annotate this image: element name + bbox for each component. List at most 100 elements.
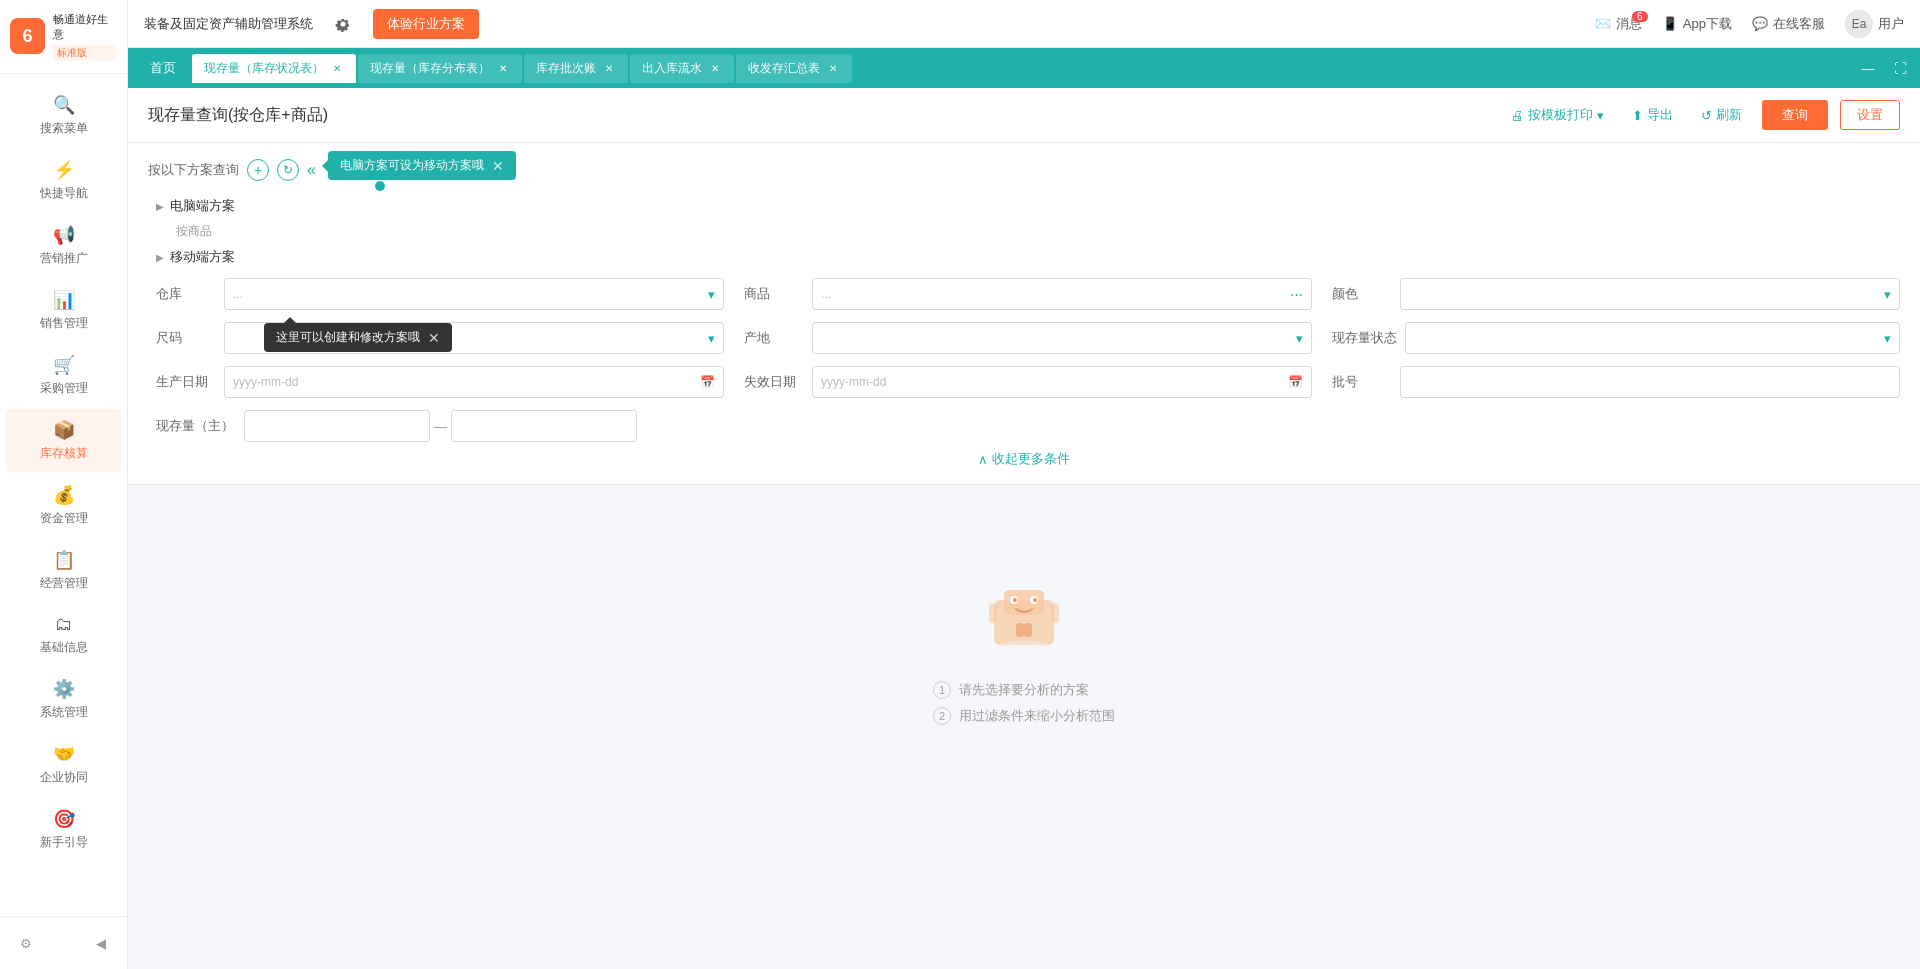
sidebar-item-system[interactable]: ⚙️ 系统管理 — [6, 668, 121, 731]
sidebar-item-label: 资金管理 — [40, 510, 88, 527]
notification-badge: 6 — [1632, 11, 1648, 22]
scheme-tree-item-mobile[interactable]: ▶ 移动端方案 — [148, 244, 1900, 270]
collapse-button[interactable]: ∧ 收起更多条件 — [148, 442, 1900, 468]
sidebar-item-finance[interactable]: 💰 资金管理 — [6, 474, 121, 537]
chevron-down-icon: ▾ — [708, 287, 715, 302]
sidebar-item-label: 库存核算 — [40, 445, 88, 462]
dots-icon: ⋯ — [1290, 287, 1303, 302]
scheme-tree-item-desktop[interactable]: ▶ 电脑端方案 — [148, 193, 1900, 219]
chevron-down-icon: ▾ — [1884, 331, 1891, 346]
tab-flow[interactable]: 出入库流水 ✕ — [630, 54, 734, 83]
sidebar-item-purchase[interactable]: 🛒 采购管理 — [6, 344, 121, 407]
svg-point-4 — [1013, 598, 1017, 602]
production-date-label: 生产日期 — [156, 373, 216, 391]
inventory-icon: 📦 — [53, 419, 75, 441]
search-button[interactable]: 查询 — [1762, 100, 1828, 130]
app-download-button[interactable]: 📱 App下载 — [1662, 15, 1732, 33]
export-button[interactable]: ⬆ 导出 — [1624, 102, 1681, 128]
tab-maximize-button[interactable]: ⛶ — [1888, 56, 1912, 80]
system-icon: ⚙️ — [53, 678, 75, 700]
expiry-date-input[interactable]: yyyy-mm-dd 📅 — [812, 366, 1312, 398]
chevron-up-icon: ∧ — [978, 452, 988, 467]
filter-refresh-button[interactable]: ↻ — [277, 159, 299, 181]
inventory-status-select[interactable]: ▾ — [1405, 322, 1900, 354]
product-label: 商品 — [744, 285, 804, 303]
svg-rect-7 — [1024, 623, 1032, 637]
warehouse-label: 仓库 — [156, 285, 216, 303]
online-service-button[interactable]: 💬 在线客服 — [1752, 15, 1825, 33]
sidebar: 6 畅通道好生意 标准版 🔍 搜索菜单 ⚡ 快捷导航 📢 营销推广 📊 销售管理… — [0, 0, 128, 969]
main-content: 装备及固定资产辅助管理系统 体验行业方案 ✉️ 消息 6 📱 App下载 💬 在… — [128, 0, 1920, 969]
template-print-button[interactable]: 🖨 按模板打印 ▾ — [1503, 102, 1612, 128]
setting-button[interactable]: 设置 — [1840, 100, 1900, 130]
filter-add-button[interactable]: + — [247, 159, 269, 181]
inventory-max-input[interactable] — [451, 410, 637, 442]
tab-summary[interactable]: 收发存汇总表 ✕ — [736, 54, 852, 83]
scheme-item-label: 电脑端方案 — [170, 197, 235, 215]
batch-no-label: 批号 — [1332, 373, 1392, 391]
warehouse-select[interactable]: ... ▾ — [224, 278, 724, 310]
sidebar-item-base-info[interactable]: 🗂 基础信息 — [6, 604, 121, 666]
notification-button[interactable]: ✉️ 消息 6 — [1595, 15, 1642, 33]
expiry-date-filter: 失效日期 yyyy-mm-dd 📅 — [744, 366, 1312, 398]
product-select[interactable]: ... ⋯ — [812, 278, 1312, 310]
sidebar-item-label: 基础信息 — [40, 639, 88, 656]
tab-bar: 首页 现存量（库存状况表） ✕ 现存量（库存分布表） ✕ 库存批次账 ✕ 出入库… — [128, 48, 1920, 88]
online-service-label: 在线客服 — [1773, 15, 1825, 33]
tab-close-inventory-status[interactable]: ✕ — [330, 61, 344, 75]
sidebar-item-quick-nav[interactable]: ⚡ 快捷导航 — [6, 149, 121, 212]
tab-home[interactable]: 首页 — [136, 53, 190, 83]
origin-select[interactable]: ▾ — [812, 322, 1312, 354]
production-date-input[interactable]: yyyy-mm-dd 📅 — [224, 366, 724, 398]
range-separator: — — [434, 419, 447, 434]
tab-close-summary[interactable]: ✕ — [826, 61, 840, 75]
product-filter: 商品 ... ⋯ — [744, 278, 1312, 310]
scheme-tree: ▶ 电脑端方案 按商品 ▶ 移动端方案 — [148, 193, 1900, 278]
filter-back-button[interactable]: « — [307, 161, 316, 179]
experience-button[interactable]: 体验行业方案 — [373, 9, 479, 39]
user-menu[interactable]: Ea 用户 — [1845, 10, 1904, 38]
sidebar-item-label: 搜索菜单 — [40, 120, 88, 137]
color-select[interactable]: ▾ — [1400, 278, 1900, 310]
inventory-status-filter: 现存量状态 ▾ — [1332, 322, 1900, 354]
sidebar-item-marketing[interactable]: 📢 营销推广 — [6, 214, 121, 277]
origin-label: 产地 — [744, 329, 804, 347]
scheme-tree-sub-item[interactable]: 按商品 — [168, 219, 1900, 244]
settings-button[interactable]: ⚙ — [10, 927, 42, 959]
tab-close-inventory-distribution[interactable]: ✕ — [496, 61, 510, 75]
sidebar-item-guide[interactable]: 🎯 新手引导 — [6, 798, 121, 861]
sidebar-item-operation[interactable]: 📋 经营管理 — [6, 539, 121, 602]
empty-illustration — [974, 565, 1074, 665]
sidebar-item-enterprise[interactable]: 🤝 企业协同 — [6, 733, 121, 796]
sidebar-item-search[interactable]: 🔍 搜索菜单 — [6, 84, 121, 147]
batch-no-input[interactable] — [1400, 366, 1900, 398]
empty-tip-2: 2 用过滤条件来缩小分析范围 — [933, 707, 1115, 725]
scheme-tooltip2-close[interactable]: ✕ — [428, 330, 440, 346]
filter-panel: 电脑方案可设为移动方案哦 ✕ 这里可以创建和修改方案哦 ✕ 按以下方案查询 + … — [128, 143, 1920, 485]
tab-inventory-distribution[interactable]: 现存量（库存分布表） ✕ — [358, 54, 522, 83]
tab-inventory-status[interactable]: 现存量（库存状况表） ✕ — [192, 54, 356, 83]
svg-rect-9 — [1051, 603, 1059, 623]
sidebar-item-label: 采购管理 — [40, 380, 88, 397]
header-settings-button[interactable] — [329, 10, 357, 38]
warehouse-filter: 仓库 ... ▾ — [156, 278, 724, 310]
base-info-icon: 🗂 — [55, 614, 73, 635]
tab-actions: — ⛶ — [1856, 56, 1912, 80]
sidebar-item-sales[interactable]: 📊 销售管理 — [6, 279, 121, 342]
logo-text: 畅通道好生意 — [53, 12, 117, 43]
size-label: 尺码 — [156, 329, 216, 347]
inventory-min-input[interactable] — [244, 410, 430, 442]
sidebar-item-inventory[interactable]: 📦 库存核算 — [6, 409, 121, 472]
tab-close-flow[interactable]: ✕ — [708, 61, 722, 75]
origin-filter: 产地 ▾ — [744, 322, 1312, 354]
tab-batch-account[interactable]: 库存批次账 ✕ — [524, 54, 628, 83]
collapse-sidebar-button[interactable]: ◀ — [85, 927, 117, 959]
scheme-tooltip-close[interactable]: ✕ — [492, 158, 504, 174]
tab-minimize-button[interactable]: — — [1856, 56, 1880, 80]
tab-close-batch-account[interactable]: ✕ — [602, 61, 616, 75]
expiry-date-label: 失效日期 — [744, 373, 804, 391]
refresh-button[interactable]: ↺ 刷新 — [1693, 102, 1750, 128]
system-name: 装备及固定资产辅助管理系统 — [144, 15, 313, 33]
sidebar-nav: 🔍 搜索菜单 ⚡ 快捷导航 📢 营销推广 📊 销售管理 🛒 采购管理 📦 库存核… — [0, 74, 127, 916]
user-label: 用户 — [1878, 15, 1904, 33]
